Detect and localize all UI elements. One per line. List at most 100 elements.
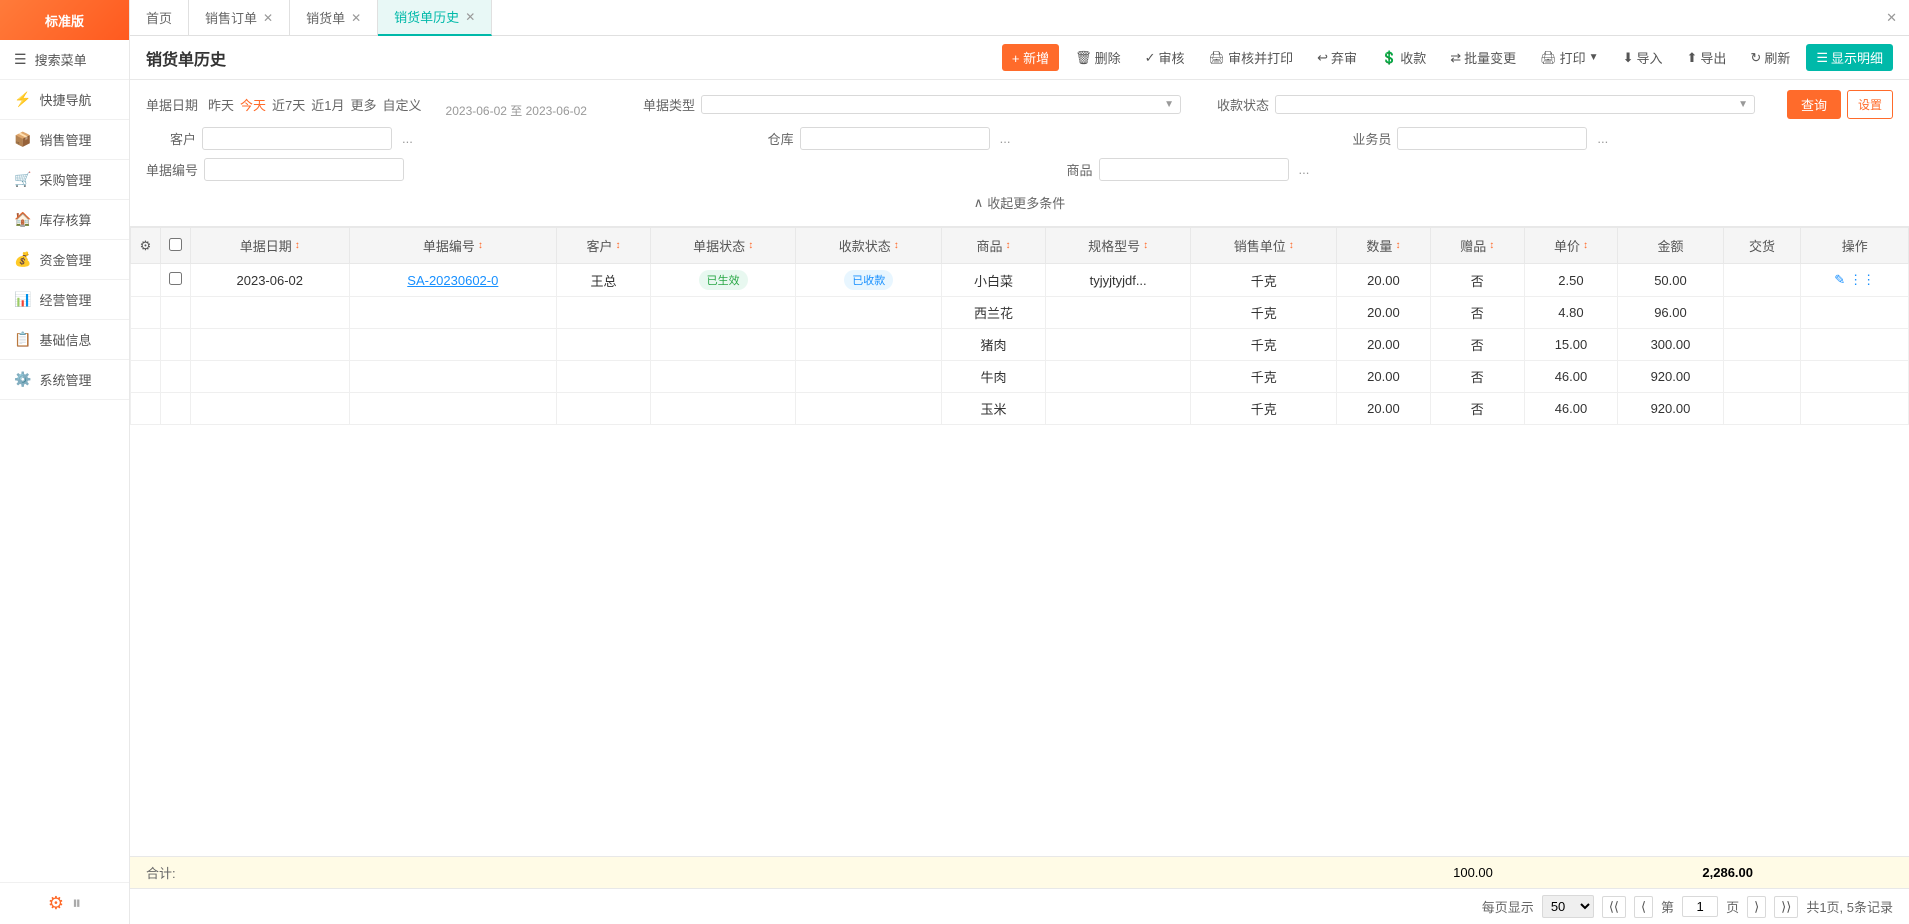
select-all-checkbox[interactable] bbox=[169, 238, 182, 251]
filter-row-1: 单据日期 昨天 今天 近7天 近1月 更多 自定义 2023-06-02 至 2… bbox=[146, 90, 1893, 119]
col-docno[interactable]: 单据编号↕ bbox=[349, 228, 557, 264]
col-action: 操作 bbox=[1801, 228, 1909, 264]
date-7days[interactable]: 近7天 bbox=[272, 95, 305, 114]
tab-sales-goods[interactable]: 销货单 ✕ bbox=[290, 0, 378, 36]
query-button[interactable]: 查询 bbox=[1787, 90, 1841, 119]
sidebar-item-inventory[interactable]: 🏠 库存核算 bbox=[0, 200, 129, 240]
sidebar-item-search-menu[interactable]: ☰ 搜索菜单 bbox=[0, 40, 129, 80]
first-page-btn[interactable]: ⟨⟨ bbox=[1602, 896, 1626, 918]
warehouse-input[interactable] bbox=[800, 127, 990, 150]
goods-picker-btn[interactable]: ... bbox=[1295, 162, 1314, 177]
settings-bottom-icon[interactable]: ⚙ bbox=[48, 893, 64, 914]
date-today[interactable]: 今天 bbox=[240, 95, 266, 114]
cell-amount: 96.00 bbox=[1618, 297, 1723, 329]
print-button[interactable]: 🖨 打印 ▼ bbox=[1532, 44, 1606, 71]
collect-status-dropdown-icon: ▼ bbox=[1738, 99, 1748, 110]
sidebar-item-sales-mgmt[interactable]: 📦 销售管理 bbox=[0, 120, 129, 160]
delete-button[interactable]: 🗑 删除 bbox=[1067, 44, 1129, 71]
prev-page-btn[interactable]: ⟨ bbox=[1634, 896, 1653, 918]
col-date[interactable]: 单据日期↕ bbox=[191, 228, 350, 264]
customer-picker-btn[interactable]: ... bbox=[398, 131, 417, 146]
table-footer: 合计: 100.00 2,286.00 bbox=[130, 856, 1909, 888]
date-custom[interactable]: 自定义 bbox=[383, 95, 422, 114]
refresh-button[interactable]: ↻ 刷新 bbox=[1742, 44, 1798, 71]
date-1month[interactable]: 近1月 bbox=[311, 95, 344, 114]
table-header-row: ⚙ 单据日期↕ 单据编号↕ 客户↕ 单据状态↕ bbox=[131, 228, 1909, 264]
cell-delivery bbox=[1723, 329, 1801, 361]
new-button[interactable]: + 新增 bbox=[1002, 44, 1059, 71]
cell-docstatus: 已生效 bbox=[650, 264, 796, 297]
col-goods[interactable]: 商品↕ bbox=[942, 228, 1046, 264]
col-spec[interactable]: 规格型号↕ bbox=[1045, 228, 1191, 264]
cell-qty: 20.00 bbox=[1337, 297, 1431, 329]
import-button[interactable]: ⬇ 导入 bbox=[1615, 44, 1671, 71]
more-action-btn[interactable]: ⋮⋮ bbox=[1849, 272, 1875, 287]
filter-settings-button[interactable]: 设置 bbox=[1847, 90, 1893, 119]
discard-button[interactable]: ↩ 弃审 bbox=[1309, 44, 1365, 71]
sidebar-item-operations[interactable]: 📊 经营管理 bbox=[0, 280, 129, 320]
page-size-select[interactable]: 50 100 200 bbox=[1542, 895, 1594, 918]
col-qty[interactable]: 数量↕ bbox=[1337, 228, 1431, 264]
cell-unit: 千克 bbox=[1191, 329, 1337, 361]
last-page-btn[interactable]: ⟩⟩ bbox=[1774, 896, 1798, 918]
goods-input[interactable] bbox=[1099, 158, 1289, 181]
cell-delivery bbox=[1723, 361, 1801, 393]
cell-date bbox=[191, 393, 350, 425]
date-yesterday[interactable]: 昨天 bbox=[208, 95, 234, 114]
agent-input[interactable] bbox=[1397, 127, 1587, 150]
export-button[interactable]: ⬆ 导出 bbox=[1678, 44, 1734, 71]
tab-close-all[interactable]: ✕ bbox=[1874, 10, 1909, 26]
audit-button[interactable]: ✓ 审核 bbox=[1137, 44, 1193, 71]
tab-sales-history[interactable]: 销货单历史 ✕ bbox=[378, 0, 492, 36]
sidebar-brand: 标准版 bbox=[0, 0, 129, 40]
batch-change-button[interactable]: ⇄ 批量变更 bbox=[1442, 44, 1524, 71]
tab-sales-order-close[interactable]: ✕ bbox=[263, 11, 273, 25]
next-page-btn[interactable]: ⟩ bbox=[1747, 896, 1766, 918]
agent-picker-btn[interactable]: ... bbox=[1593, 131, 1612, 146]
cell-customer: 王总 bbox=[557, 264, 651, 297]
cell-unitprice: 2.50 bbox=[1524, 264, 1618, 297]
tab-home-label: 首页 bbox=[146, 8, 172, 27]
sidebar-item-basic-info[interactable]: 📋 基础信息 bbox=[0, 320, 129, 360]
tab-sales-goods-close[interactable]: ✕ bbox=[351, 11, 361, 25]
tab-sales-order[interactable]: 销售订单 ✕ bbox=[189, 0, 290, 36]
cell-gear bbox=[131, 297, 161, 329]
sidebar-item-quick-nav[interactable]: ⚡ 快捷导航 bbox=[0, 80, 129, 120]
col-gift[interactable]: 赠品↕ bbox=[1430, 228, 1524, 264]
show-details-button[interactable]: ☰ 显示明细 bbox=[1806, 44, 1893, 71]
collapse-sidebar-icon[interactable]: ⏸ bbox=[72, 893, 81, 914]
quick-nav-icon: ⚡ bbox=[14, 91, 31, 108]
doc-type-select[interactable]: ▼ bbox=[701, 95, 1181, 114]
tab-home[interactable]: 首页 bbox=[130, 0, 189, 36]
col-unit[interactable]: 销售单位↕ bbox=[1191, 228, 1337, 264]
customer-input[interactable] bbox=[202, 127, 392, 150]
edit-action-btn[interactable]: ✎ bbox=[1834, 272, 1845, 287]
export-icon: ⬆ bbox=[1686, 50, 1697, 66]
page-size-label: 每页显示 bbox=[1482, 897, 1534, 916]
doc-no-link[interactable]: SA-20230602-0 bbox=[407, 273, 498, 288]
page-number-input[interactable] bbox=[1682, 896, 1718, 917]
sidebar-item-finance[interactable]: 💰 资金管理 bbox=[0, 240, 129, 280]
col-gear[interactable]: ⚙ bbox=[131, 228, 161, 264]
tab-sales-history-close[interactable]: ✕ bbox=[465, 10, 475, 24]
col-collectstatus[interactable]: 收款状态↕ bbox=[796, 228, 942, 264]
col-unitprice[interactable]: 单价↕ bbox=[1524, 228, 1618, 264]
table-row: 西兰花 千克 20.00 否 4.80 96.00 bbox=[131, 297, 1909, 329]
sidebar-item-label: 采购管理 bbox=[39, 170, 91, 189]
basic-info-icon: 📋 bbox=[14, 331, 31, 348]
collect-status-select[interactable]: ▼ bbox=[1275, 95, 1755, 114]
row-checkbox[interactable] bbox=[169, 272, 182, 285]
docno-input[interactable] bbox=[204, 158, 404, 181]
date-more[interactable]: 更多 bbox=[351, 95, 377, 114]
col-customer[interactable]: 客户↕ bbox=[557, 228, 651, 264]
warehouse-picker-btn[interactable]: ... bbox=[996, 131, 1015, 146]
col-docstatus[interactable]: 单据状态↕ bbox=[650, 228, 796, 264]
sidebar-item-purchase-mgmt[interactable]: 🛒 采购管理 bbox=[0, 160, 129, 200]
sidebar-item-system[interactable]: ⚙️ 系统管理 bbox=[0, 360, 129, 400]
collapse-filter-btn[interactable]: ∧ 收起更多条件 bbox=[146, 189, 1893, 216]
collect-button[interactable]: 💲 收款 bbox=[1373, 44, 1434, 71]
audit-print-button[interactable]: 🖨 审核并打印 bbox=[1201, 44, 1302, 71]
cell-docstatus bbox=[650, 361, 796, 393]
sidebar-item-label: 经营管理 bbox=[39, 290, 91, 309]
discard-icon: ↩ bbox=[1317, 50, 1328, 66]
